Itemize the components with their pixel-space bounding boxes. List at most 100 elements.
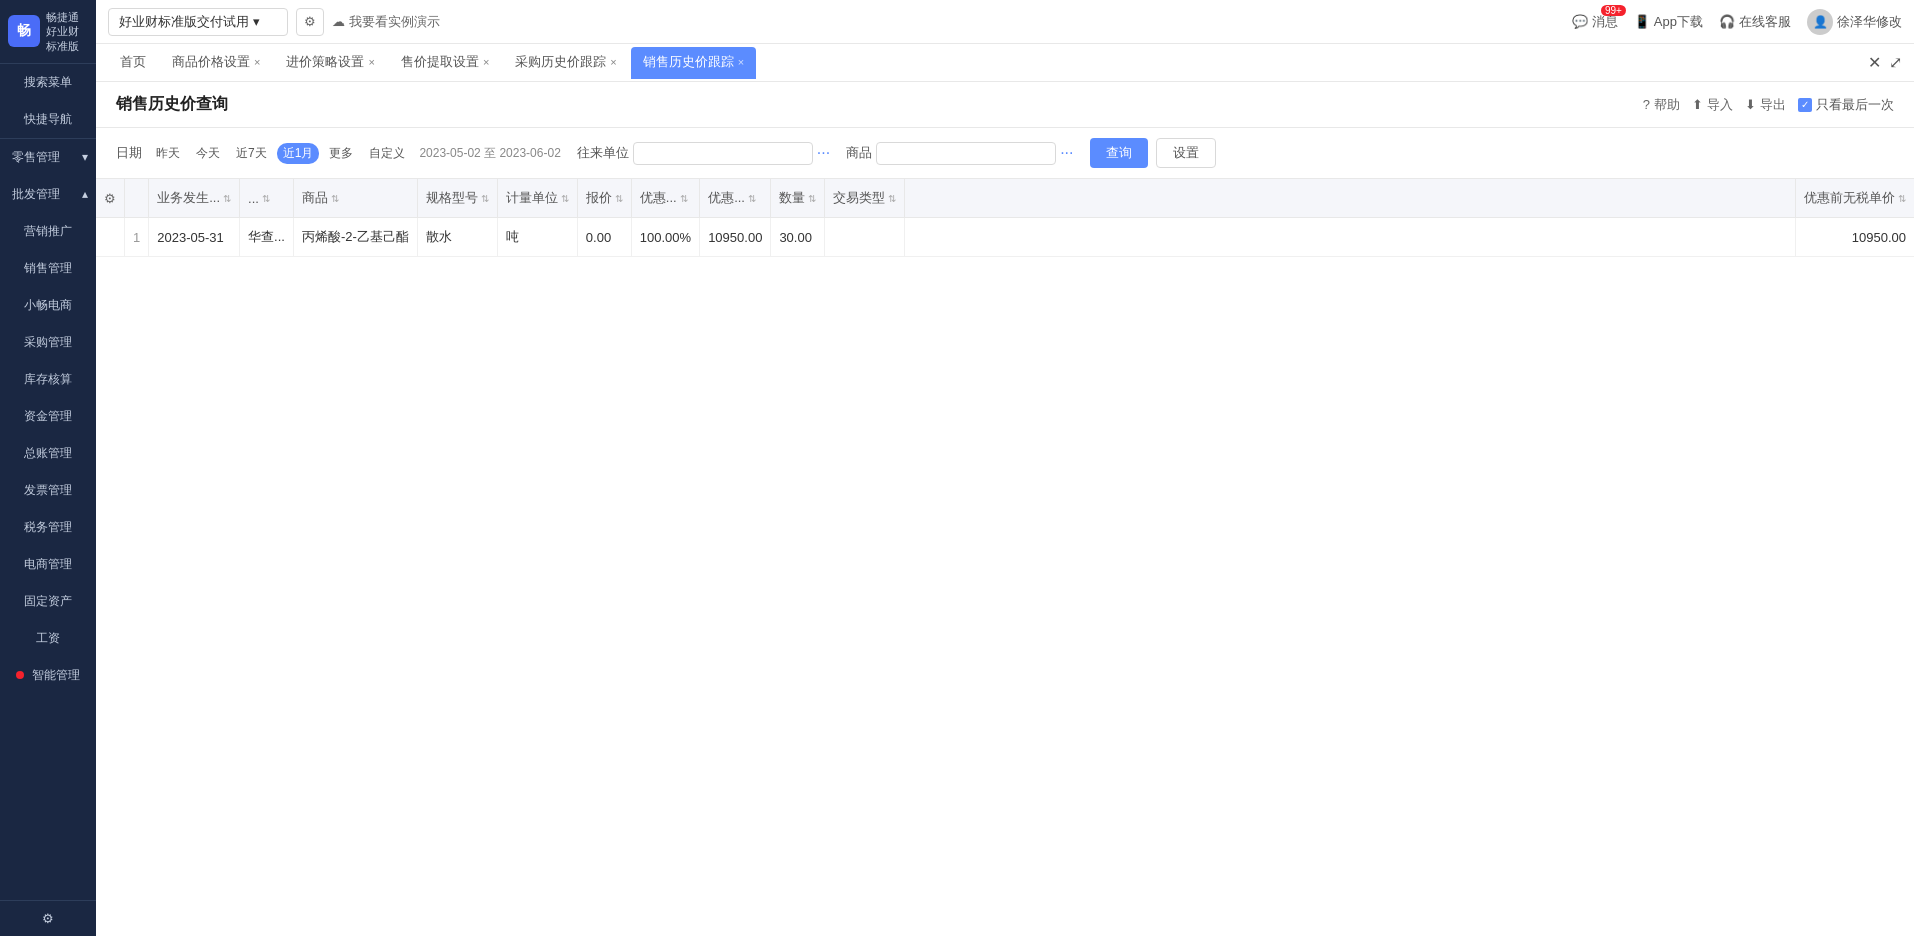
sidebar-item-invoice[interactable]: 发票管理 bbox=[0, 472, 96, 509]
sidebar-item-finance[interactable]: 资金管理 bbox=[0, 398, 96, 435]
sidebar-settings-icon[interactable]: ⚙ bbox=[0, 900, 96, 936]
date-option-today[interactable]: 今天 bbox=[190, 143, 226, 164]
headset-icon: 🎧 bbox=[1719, 14, 1735, 29]
message-icon: 💬 bbox=[1572, 14, 1588, 29]
sidebar-item-retail[interactable]: 零售管理▾ bbox=[0, 139, 96, 176]
cell-txn-type bbox=[825, 218, 905, 257]
cell-more: 华查... bbox=[240, 218, 294, 257]
sidebar-item-ecommerce-small[interactable]: 小畅电商 bbox=[0, 287, 96, 324]
sidebar-item-marketing[interactable]: 营销推广 bbox=[0, 213, 96, 250]
cell-gear bbox=[96, 218, 125, 257]
product-input[interactable] bbox=[876, 142, 1056, 165]
sidebar-item-ecommerce[interactable]: 电商管理 bbox=[0, 546, 96, 583]
table-body: 1 2023-05-31 华查... 丙烯酸-2-乙基己酯 散水 吨 0.00 … bbox=[96, 218, 1914, 257]
tab-close-purchase-strategy[interactable]: × bbox=[368, 56, 374, 68]
th-unit[interactable]: 计量单位⇅ bbox=[497, 179, 577, 218]
date-option-yesterday[interactable]: 昨天 bbox=[150, 143, 186, 164]
date-option-more[interactable]: 更多 bbox=[323, 143, 359, 164]
search-menu-item[interactable]: 搜索菜单 bbox=[0, 64, 96, 101]
th-more[interactable]: ...⇅ bbox=[240, 179, 294, 218]
tab-close-purchase-history[interactable]: × bbox=[610, 56, 616, 68]
messages-button[interactable]: 💬 消息 99+ bbox=[1572, 13, 1618, 31]
data-table: ⚙ 业务发生...⇅ ...⇅ 商品⇅ 规格型号⇅ 计量单位⇅ 报价⇅ 优惠..… bbox=[96, 179, 1914, 257]
export-icon: ⬇ bbox=[1745, 97, 1756, 112]
product-filter-group: 商品 ··· bbox=[846, 142, 1073, 165]
app-download-button[interactable]: 📱 App下载 bbox=[1634, 13, 1703, 31]
date-filter-group: 日期 昨天 今天 近7天 近1月 更多 自定义 2023-05-02 至 202… bbox=[116, 143, 561, 164]
help-link[interactable]: ? 帮助 bbox=[1643, 96, 1680, 114]
question-icon: ? bbox=[1643, 97, 1650, 112]
sidebar-item-salary[interactable]: 工资 bbox=[0, 620, 96, 657]
demo-link[interactable]: ☁ 我要看实例演示 bbox=[332, 13, 440, 31]
date-option-7days[interactable]: 近7天 bbox=[230, 143, 273, 164]
th-discount-pct[interactable]: 优惠...⇅ bbox=[631, 179, 699, 218]
tab-home[interactable]: 首页 bbox=[108, 47, 158, 79]
table-row: 1 2023-05-31 华查... 丙烯酸-2-乙基己酯 散水 吨 0.00 … bbox=[96, 218, 1914, 257]
date-label: 日期 bbox=[116, 144, 142, 162]
tab-sale-history[interactable]: 销售历史价跟踪 × bbox=[631, 47, 756, 79]
page-header: 销售历史价查询 ? 帮助 ⬆ 导入 ⬇ 导出 ✓ 只看最后一次 bbox=[96, 82, 1914, 128]
tab-purchase-strategy[interactable]: 进价策略设置 × bbox=[274, 47, 386, 79]
settings-button[interactable]: 设置 bbox=[1156, 138, 1216, 168]
sidebar-item-smart[interactable]: 智能管理 bbox=[0, 657, 96, 694]
sidebar-item-inventory[interactable]: 库存核算 bbox=[0, 361, 96, 398]
th-txn-type[interactable]: 交易类型⇅ bbox=[825, 179, 905, 218]
sidebar-item-tax[interactable]: 税务管理 bbox=[0, 509, 96, 546]
version-selector[interactable]: 好业财标准版交付试用 ▾ bbox=[108, 8, 288, 36]
quick-nav-item[interactable]: 快捷导航 bbox=[0, 101, 96, 138]
th-qty[interactable]: 数量⇅ bbox=[771, 179, 825, 218]
cell-unit: 吨 bbox=[497, 218, 577, 257]
window-close-button[interactable]: ✕ bbox=[1868, 53, 1881, 72]
cell-qty: 30.00 bbox=[771, 218, 825, 257]
source-unit-input[interactable] bbox=[633, 142, 813, 165]
th-gear[interactable]: ⚙ bbox=[96, 179, 125, 218]
export-link[interactable]: ⬇ 导出 bbox=[1745, 96, 1786, 114]
online-service-button[interactable]: 🎧 在线客服 bbox=[1719, 13, 1791, 31]
th-pretax-price[interactable]: 优惠前无税单价⇅ bbox=[1796, 179, 1915, 218]
cell-discount-amt: 10950.00 bbox=[700, 218, 771, 257]
user-menu-button[interactable]: 👤 徐泽华修改 bbox=[1807, 9, 1902, 35]
th-discount-amt[interactable]: 优惠...⇅ bbox=[700, 179, 771, 218]
source-unit-dots[interactable]: ··· bbox=[817, 144, 830, 162]
tab-sale-extract[interactable]: 售价提取设置 × bbox=[389, 47, 501, 79]
sidebar-sections: 零售管理▾ 批发管理▴ 营销推广 销售管理 小畅电商 采购管理 库存核算 资金管… bbox=[0, 138, 96, 694]
cell-discount-pct: 100.00% bbox=[631, 218, 699, 257]
page-title: 销售历史价查询 bbox=[116, 94, 228, 115]
smart-dot-icon bbox=[16, 671, 24, 679]
tab-close-sale-history[interactable]: × bbox=[738, 56, 744, 68]
date-option-1month[interactable]: 近1月 bbox=[277, 143, 320, 164]
query-button[interactable]: 查询 bbox=[1090, 138, 1148, 168]
tab-purchase-history[interactable]: 采购历史价跟踪 × bbox=[503, 47, 628, 79]
tab-close-sale-extract[interactable]: × bbox=[483, 56, 489, 68]
th-biz-date[interactable]: 业务发生...⇅ bbox=[149, 179, 240, 218]
sidebar-item-fixed-assets[interactable]: 固定资产 bbox=[0, 583, 96, 620]
date-range-display: 2023-05-02 至 2023-06-02 bbox=[419, 145, 560, 162]
cell-price: 0.00 bbox=[577, 218, 631, 257]
tabbar: 首页 商品价格设置 × 进价策略设置 × 售价提取设置 × 采购历史价跟踪 × … bbox=[96, 44, 1914, 82]
page-header-actions: ? 帮助 ⬆ 导入 ⬇ 导出 ✓ 只看最后一次 bbox=[1643, 96, 1894, 114]
th-spec[interactable]: 规格型号⇅ bbox=[417, 179, 497, 218]
import-link[interactable]: ⬆ 导入 bbox=[1692, 96, 1733, 114]
date-options: 昨天 今天 近7天 近1月 更多 自定义 bbox=[150, 143, 411, 164]
cell-pretax-price: 10950.00 bbox=[1796, 218, 1915, 257]
filter-bar: 日期 昨天 今天 近7天 近1月 更多 自定义 2023-05-02 至 202… bbox=[96, 128, 1914, 179]
sidebar-logo: 畅 畅捷通好业财 标准版 bbox=[0, 0, 96, 64]
sidebar-item-purchase[interactable]: 采购管理 bbox=[0, 324, 96, 361]
product-dots[interactable]: ··· bbox=[1060, 144, 1073, 162]
tab-close-price-setting[interactable]: × bbox=[254, 56, 260, 68]
last-only-checkbox[interactable]: ✓ 只看最后一次 bbox=[1798, 96, 1894, 114]
chevron-down-icon: ▾ bbox=[253, 14, 260, 29]
table-wrapper: ⚙ 业务发生...⇅ ...⇅ 商品⇅ 规格型号⇅ 计量单位⇅ 报价⇅ 优惠..… bbox=[96, 179, 1914, 936]
sidebar-item-ledger[interactable]: 总账管理 bbox=[0, 435, 96, 472]
window-maximize-button[interactable]: ⤢ bbox=[1889, 53, 1902, 72]
mobile-icon: 📱 bbox=[1634, 14, 1650, 29]
th-spacer bbox=[905, 179, 1796, 218]
topbar-settings-button[interactable]: ⚙ bbox=[296, 8, 324, 36]
sidebar-item-sales[interactable]: 销售管理 bbox=[0, 250, 96, 287]
sidebar-item-wholesale[interactable]: 批发管理▴ bbox=[0, 176, 96, 213]
tab-price-setting[interactable]: 商品价格设置 × bbox=[160, 47, 272, 79]
th-price[interactable]: 报价⇅ bbox=[577, 179, 631, 218]
th-product[interactable]: 商品⇅ bbox=[293, 179, 417, 218]
checkbox-checked-icon: ✓ bbox=[1798, 98, 1812, 112]
date-option-custom[interactable]: 自定义 bbox=[363, 143, 411, 164]
